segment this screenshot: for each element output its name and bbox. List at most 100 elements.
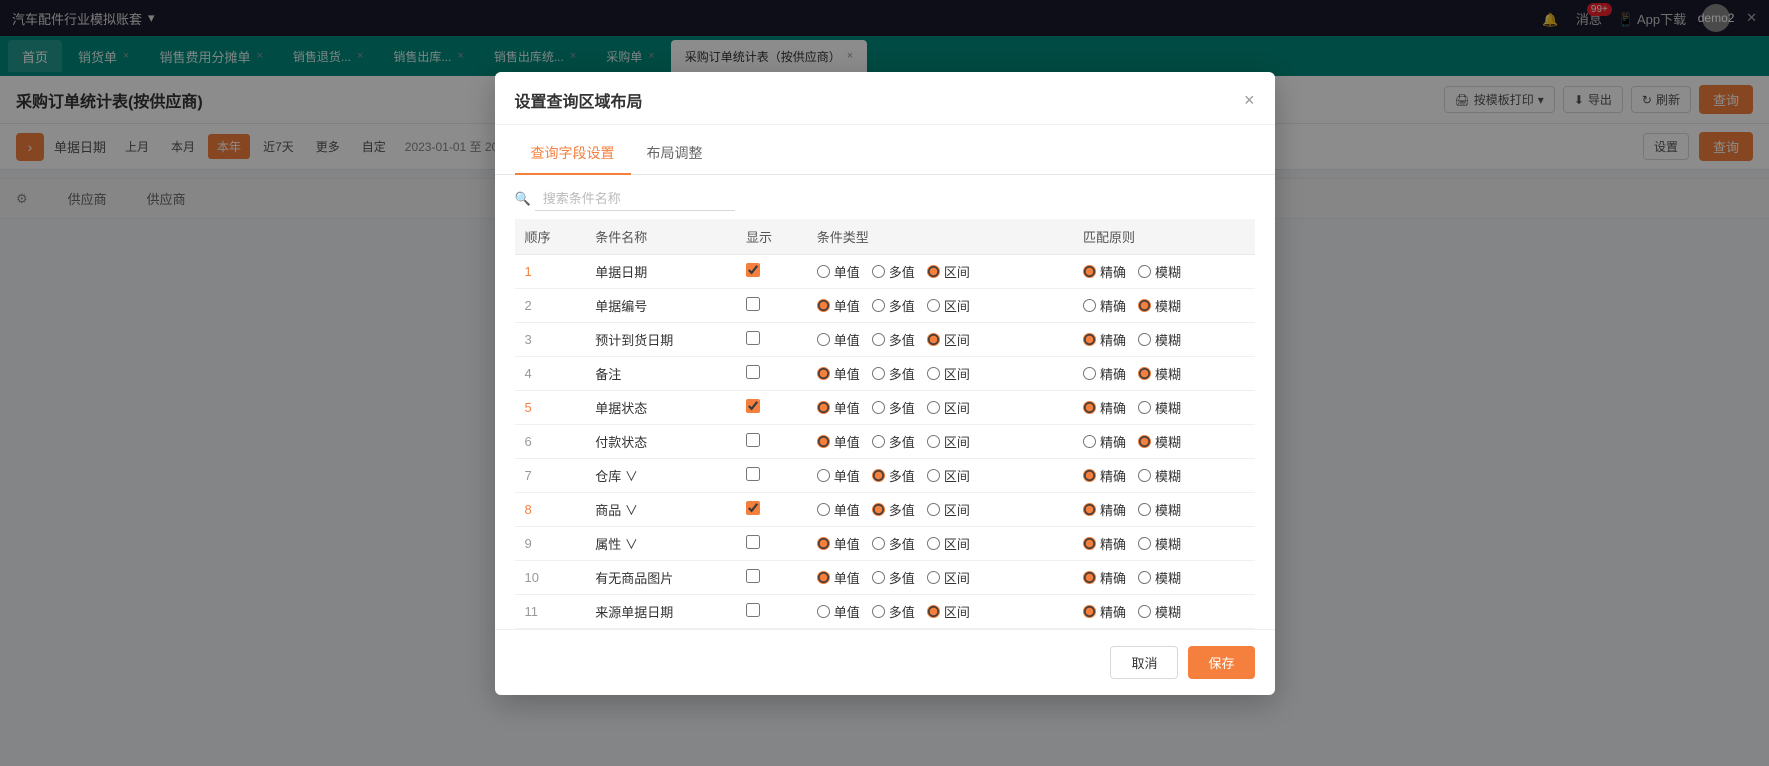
type-radio-单值[interactable] [817, 299, 830, 312]
type-radio-单值[interactable] [817, 537, 830, 550]
match-radio-精确[interactable] [1083, 605, 1096, 618]
type-radio-区间[interactable] [927, 435, 940, 448]
type-option-多值[interactable]: 多值 [872, 432, 915, 451]
match-option-模糊[interactable]: 模糊 [1138, 466, 1181, 485]
match-radio-模糊[interactable] [1138, 333, 1151, 346]
type-option-多值[interactable]: 多值 [872, 466, 915, 485]
type-radio-区间[interactable] [927, 605, 940, 618]
match-option-模糊[interactable]: 模糊 [1138, 398, 1181, 417]
display-checkbox[interactable] [746, 603, 760, 617]
match-option-精确[interactable]: 精确 [1083, 534, 1126, 553]
match-radio-模糊[interactable] [1138, 401, 1151, 414]
match-option-模糊[interactable]: 模糊 [1138, 534, 1181, 553]
type-option-区间[interactable]: 区间 [927, 398, 970, 417]
type-radio-区间[interactable] [927, 367, 940, 380]
type-radio-多值[interactable] [872, 537, 885, 550]
type-option-单值[interactable]: 单值 [817, 466, 860, 485]
type-radio-单值[interactable] [817, 265, 830, 278]
search-input[interactable] [535, 187, 735, 211]
row-display-cell[interactable] [736, 390, 807, 424]
display-checkbox[interactable] [746, 433, 760, 447]
match-radio-模糊[interactable] [1138, 367, 1151, 380]
match-option-精确[interactable]: 精确 [1083, 466, 1126, 485]
match-radio-模糊[interactable] [1138, 605, 1151, 618]
type-option-区间[interactable]: 区间 [927, 364, 970, 383]
match-option-精确[interactable]: 精确 [1083, 398, 1126, 417]
display-checkbox[interactable] [746, 569, 760, 583]
display-checkbox[interactable] [746, 501, 760, 515]
type-option-多值[interactable]: 多值 [872, 364, 915, 383]
type-radio-区间[interactable] [927, 469, 940, 482]
type-option-区间[interactable]: 区间 [927, 432, 970, 451]
type-radio-区间[interactable] [927, 333, 940, 346]
display-checkbox[interactable] [746, 467, 760, 481]
type-option-单值[interactable]: 单值 [817, 262, 860, 281]
match-radio-精确[interactable] [1083, 537, 1096, 550]
type-option-区间[interactable]: 区间 [927, 262, 970, 281]
match-option-精确[interactable]: 精确 [1083, 500, 1126, 519]
type-option-单值[interactable]: 单值 [817, 534, 860, 553]
type-radio-多值[interactable] [872, 435, 885, 448]
type-option-单值[interactable]: 单值 [817, 432, 860, 451]
type-radio-单值[interactable] [817, 401, 830, 414]
match-radio-精确[interactable] [1083, 435, 1096, 448]
match-option-模糊[interactable]: 模糊 [1138, 602, 1181, 621]
match-option-模糊[interactable]: 模糊 [1138, 330, 1181, 349]
type-option-区间[interactable]: 区间 [927, 568, 970, 587]
type-option-单值[interactable]: 单值 [817, 500, 860, 519]
type-option-区间[interactable]: 区间 [927, 500, 970, 519]
match-option-模糊[interactable]: 模糊 [1138, 262, 1181, 281]
match-radio-模糊[interactable] [1138, 469, 1151, 482]
type-option-单值[interactable]: 单值 [817, 568, 860, 587]
cancel-button[interactable]: 取消 [1110, 646, 1178, 679]
display-checkbox[interactable] [746, 297, 760, 311]
display-checkbox[interactable] [746, 263, 760, 277]
type-radio-多值[interactable] [872, 265, 885, 278]
type-option-多值[interactable]: 多值 [872, 534, 915, 553]
type-option-单值[interactable]: 单值 [817, 296, 860, 315]
display-checkbox[interactable] [746, 535, 760, 549]
match-option-模糊[interactable]: 模糊 [1138, 364, 1181, 383]
match-option-模糊[interactable]: 模糊 [1138, 296, 1181, 315]
type-radio-区间[interactable] [927, 571, 940, 584]
match-option-精确[interactable]: 精确 [1083, 364, 1126, 383]
match-option-精确[interactable]: 精确 [1083, 602, 1126, 621]
type-option-多值[interactable]: 多值 [872, 568, 915, 587]
type-radio-单值[interactable] [817, 571, 830, 584]
row-display-cell[interactable] [736, 322, 807, 356]
type-option-区间[interactable]: 区间 [927, 602, 970, 621]
type-option-区间[interactable]: 区间 [927, 466, 970, 485]
type-radio-区间[interactable] [927, 401, 940, 414]
match-option-模糊[interactable]: 模糊 [1138, 568, 1181, 587]
row-display-cell[interactable] [736, 424, 807, 458]
type-radio-多值[interactable] [872, 571, 885, 584]
modal-tab-layout[interactable]: 布局调整 [631, 137, 719, 175]
type-radio-单值[interactable] [817, 435, 830, 448]
match-option-精确[interactable]: 精确 [1083, 568, 1126, 587]
match-radio-模糊[interactable] [1138, 265, 1151, 278]
type-radio-多值[interactable] [872, 469, 885, 482]
row-display-cell[interactable] [736, 492, 807, 526]
match-radio-精确[interactable] [1083, 503, 1096, 516]
match-radio-精确[interactable] [1083, 333, 1096, 346]
display-checkbox[interactable] [746, 399, 760, 413]
match-option-精确[interactable]: 精确 [1083, 432, 1126, 451]
modal-tab-query-fields[interactable]: 查询字段设置 [515, 137, 631, 175]
match-radio-模糊[interactable] [1138, 537, 1151, 550]
type-option-多值[interactable]: 多值 [872, 602, 915, 621]
match-option-模糊[interactable]: 模糊 [1138, 432, 1181, 451]
type-radio-多值[interactable] [872, 503, 885, 516]
match-radio-精确[interactable] [1083, 299, 1096, 312]
type-option-多值[interactable]: 多值 [872, 296, 915, 315]
type-radio-区间[interactable] [927, 537, 940, 550]
match-option-模糊[interactable]: 模糊 [1138, 500, 1181, 519]
match-radio-模糊[interactable] [1138, 299, 1151, 312]
row-display-cell[interactable] [736, 526, 807, 560]
type-option-单值[interactable]: 单值 [817, 602, 860, 621]
type-radio-多值[interactable] [872, 367, 885, 380]
match-radio-精确[interactable] [1083, 401, 1096, 414]
type-option-多值[interactable]: 多值 [872, 330, 915, 349]
type-radio-单值[interactable] [817, 333, 830, 346]
display-checkbox[interactable] [746, 331, 760, 345]
match-option-精确[interactable]: 精确 [1083, 330, 1126, 349]
